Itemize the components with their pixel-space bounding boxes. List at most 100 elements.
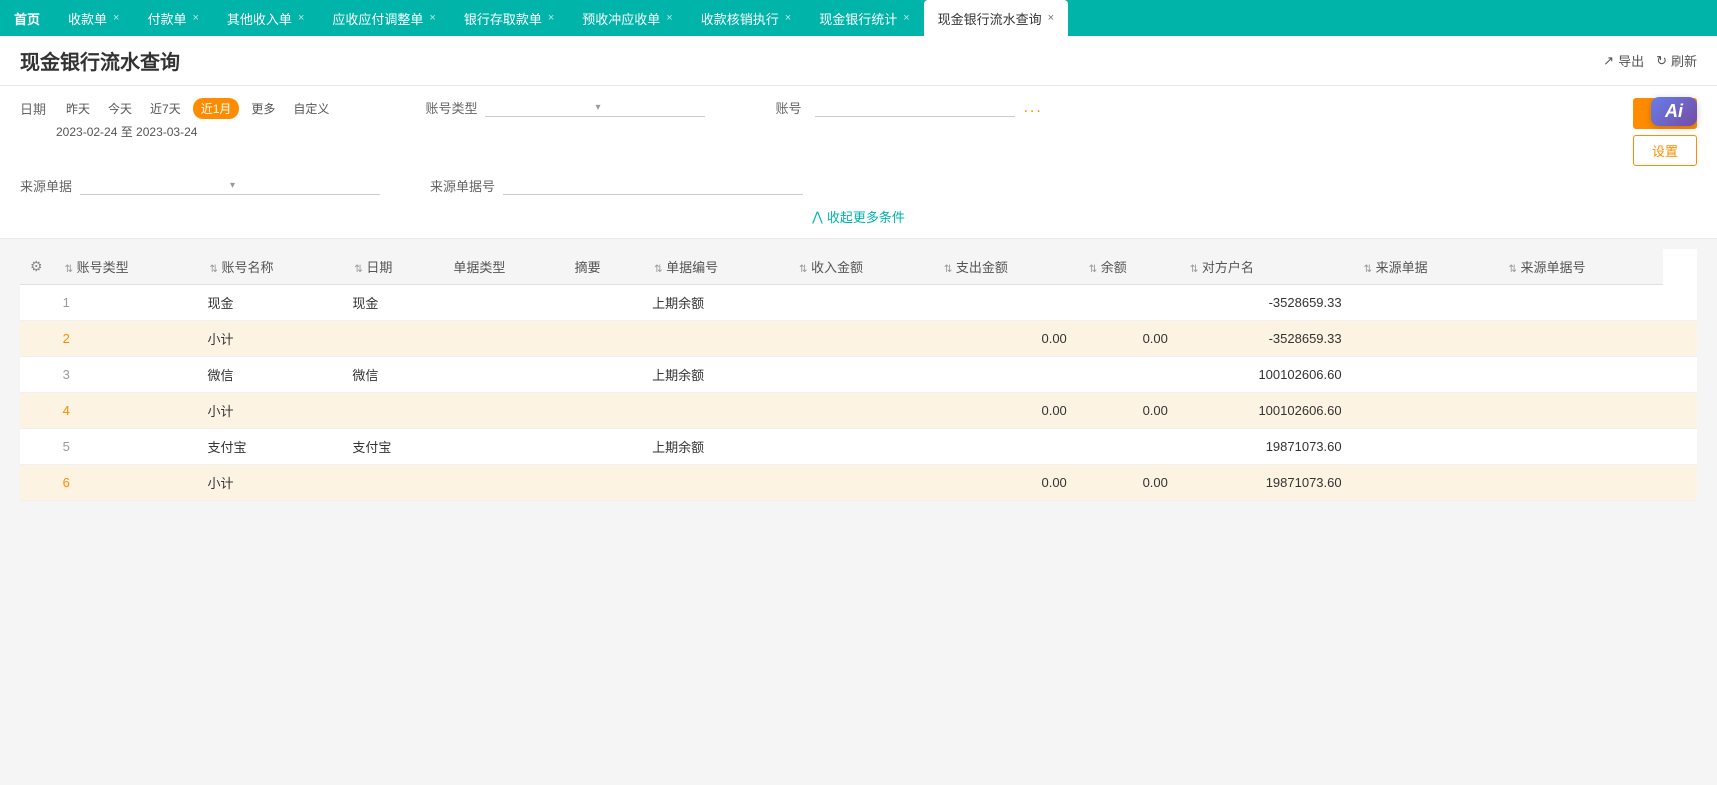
col-balance-sort-icon: ⇅ (1089, 264, 1097, 275)
collapse-filters-button[interactable]: ⋀ 收起更多条件 (20, 203, 1697, 230)
row-settings-icon (20, 429, 53, 465)
col-source-doc-sort-icon: ⇅ (1364, 264, 1372, 275)
nav-item-qitashouru[interactable]: 其他收入单 × (213, 0, 318, 36)
nav-item-xianjinyinhang-stat[interactable]: 现金银行统计 × (805, 0, 923, 36)
table-row: 3微信微信上期余额100102606.60 (20, 357, 1697, 393)
cell-source-doc (1496, 429, 1663, 465)
source-doc-select[interactable]: ▾ (80, 176, 380, 195)
date-btn-7days[interactable]: 近7天 (144, 98, 187, 119)
cell-counterpart (1352, 285, 1497, 321)
nav-label-shoukuanhexiao: 收款核销执行 (701, 9, 779, 28)
nav-close-yingshouyingfu[interactable]: × (429, 12, 435, 24)
account-input[interactable] (815, 98, 1015, 117)
nav-item-shoukuanhexiao[interactable]: 收款核销执行 × (687, 0, 805, 36)
col-income[interactable]: ⇅ 收入金额 (787, 249, 932, 285)
cell-row-num: 1 (53, 285, 198, 321)
cell-account-name: 现金 (342, 285, 443, 321)
cell-income (932, 357, 1077, 393)
nav-item-shoukuandan[interactable]: 收款单 × (54, 0, 133, 36)
cell-balance: 100102606.60 (1178, 393, 1352, 429)
date-btn-yesterday[interactable]: 昨天 (60, 98, 96, 119)
nav-item-xianjinyinhang-query[interactable]: 现金银行流水查询 × (924, 0, 1068, 36)
nav-label-yinhangcunqu: 银行存取款单 (464, 9, 542, 28)
nav-close-qitashouru[interactable]: × (298, 12, 304, 24)
nav-item-fukuandan[interactable]: 付款单 × (133, 0, 212, 36)
date-range-display: 2023-02-24 至 2023-03-24 (56, 125, 197, 139)
cell-account-type: 小计 (197, 321, 342, 357)
date-btn-custom[interactable]: 自定义 (287, 98, 335, 119)
nav-close-yinhangcunqu[interactable]: × (548, 12, 554, 24)
cell-balance: 100102606.60 (1178, 357, 1352, 393)
settings-button[interactable]: 设置 (1633, 135, 1697, 166)
account-type-select[interactable]: ▾ (485, 98, 705, 117)
col-account-name[interactable]: ⇅ 账号名称 (197, 249, 342, 285)
col-expense[interactable]: ⇅ 支出金额 (932, 249, 1077, 285)
nav-label-xianjinyinhang-query: 现金银行流水查询 (938, 9, 1042, 28)
col-source-doc-no[interactable]: ⇅ 来源单据号 (1496, 249, 1663, 285)
col-balance[interactable]: ⇅ 余额 (1077, 249, 1178, 285)
nav-item-yinhangcunqu[interactable]: 银行存取款单 × (450, 0, 568, 36)
source-doc-filter-label: 来源单据 (20, 176, 72, 195)
col-source-doc[interactable]: ⇅ 来源单据 (1352, 249, 1497, 285)
col-counterpart-sort-icon: ⇅ (1190, 264, 1198, 275)
col-doc-no[interactable]: ⇅ 单据编号 (642, 249, 787, 285)
cell-summary (642, 465, 787, 501)
cell-income: 0.00 (932, 321, 1077, 357)
nav-close-shoukuandan[interactable]: × (113, 12, 119, 24)
account-type-arrow-icon: ▾ (595, 102, 699, 113)
nav-close-yushouchong[interactable]: × (666, 12, 672, 24)
col-account-type[interactable]: ⇅ 账号类型 (53, 249, 198, 285)
cell-source-doc-no (1663, 357, 1697, 393)
cell-row-num: 4 (53, 393, 198, 429)
nav-label-fukuandan: 付款单 (147, 9, 186, 28)
cell-date (443, 429, 564, 465)
col-doc-type[interactable]: 单据类型 (443, 249, 564, 285)
collapse-icon: ⋀ (812, 209, 823, 225)
cell-doc-no (787, 393, 932, 429)
cell-source-doc (1496, 285, 1663, 321)
account-filter-label: 账号 (775, 98, 807, 117)
source-doc-no-input[interactable] (503, 176, 803, 195)
nav-item-yingshouyingfu[interactable]: 应收应付调整单 × (318, 0, 449, 36)
cell-income: 0.00 (932, 393, 1077, 429)
cell-expense: 0.00 (1077, 321, 1178, 357)
col-date[interactable]: ⇅ 日期 (342, 249, 443, 285)
cell-expense (1077, 429, 1178, 465)
cell-doc-no (787, 465, 932, 501)
refresh-label: 刷新 (1671, 51, 1697, 70)
col-counterpart[interactable]: ⇅ 对方户名 (1178, 249, 1352, 285)
date-btn-1month[interactable]: 近1月 (193, 98, 240, 119)
nav-close-xianjinyinhang-query[interactable]: × (1048, 12, 1054, 24)
page-title: 现金银行流水查询 (20, 46, 180, 75)
nav-close-xianjinyinhang-stat[interactable]: × (903, 12, 909, 24)
more-options-icon[interactable]: ... (1023, 99, 1042, 117)
cell-income (932, 429, 1077, 465)
nav-label-shoukuandan: 收款单 (68, 9, 107, 28)
cell-account-name: 支付宝 (342, 429, 443, 465)
date-btn-more[interactable]: 更多 (245, 98, 281, 119)
nav-close-shoukuanhexiao[interactable]: × (785, 12, 791, 24)
col-account-type-sort-icon: ⇅ (65, 264, 73, 275)
cell-date (443, 393, 564, 429)
source-doc-no-filter-label: 来源单据号 (430, 176, 495, 195)
col-summary[interactable]: 摘要 (565, 249, 643, 285)
row-settings-icon (20, 393, 53, 429)
export-icon: ↗ (1603, 53, 1614, 69)
export-button[interactable]: ↗ 导出 (1603, 51, 1644, 70)
col-settings[interactable]: ⚙ (20, 249, 53, 285)
cell-row-num: 2 (53, 321, 198, 357)
ai-badge[interactable]: Ai (1651, 97, 1697, 126)
cell-source-doc-no (1663, 285, 1697, 321)
refresh-button[interactable]: ↻ 刷新 (1656, 51, 1697, 70)
cell-doc-type (565, 465, 643, 501)
nav-item-yushouchong[interactable]: 预收冲应收单 × (568, 0, 686, 36)
account-type-value (491, 100, 595, 114)
cell-source-doc-no (1663, 321, 1697, 357)
nav-home[interactable]: 首页 (0, 0, 54, 36)
cell-summary: 上期余额 (642, 285, 787, 321)
nav-close-fukuandan[interactable]: × (192, 12, 198, 24)
cell-expense (1077, 285, 1178, 321)
cell-counterpart (1352, 321, 1497, 357)
date-btn-today[interactable]: 今天 (102, 98, 138, 119)
cell-doc-type (565, 393, 643, 429)
